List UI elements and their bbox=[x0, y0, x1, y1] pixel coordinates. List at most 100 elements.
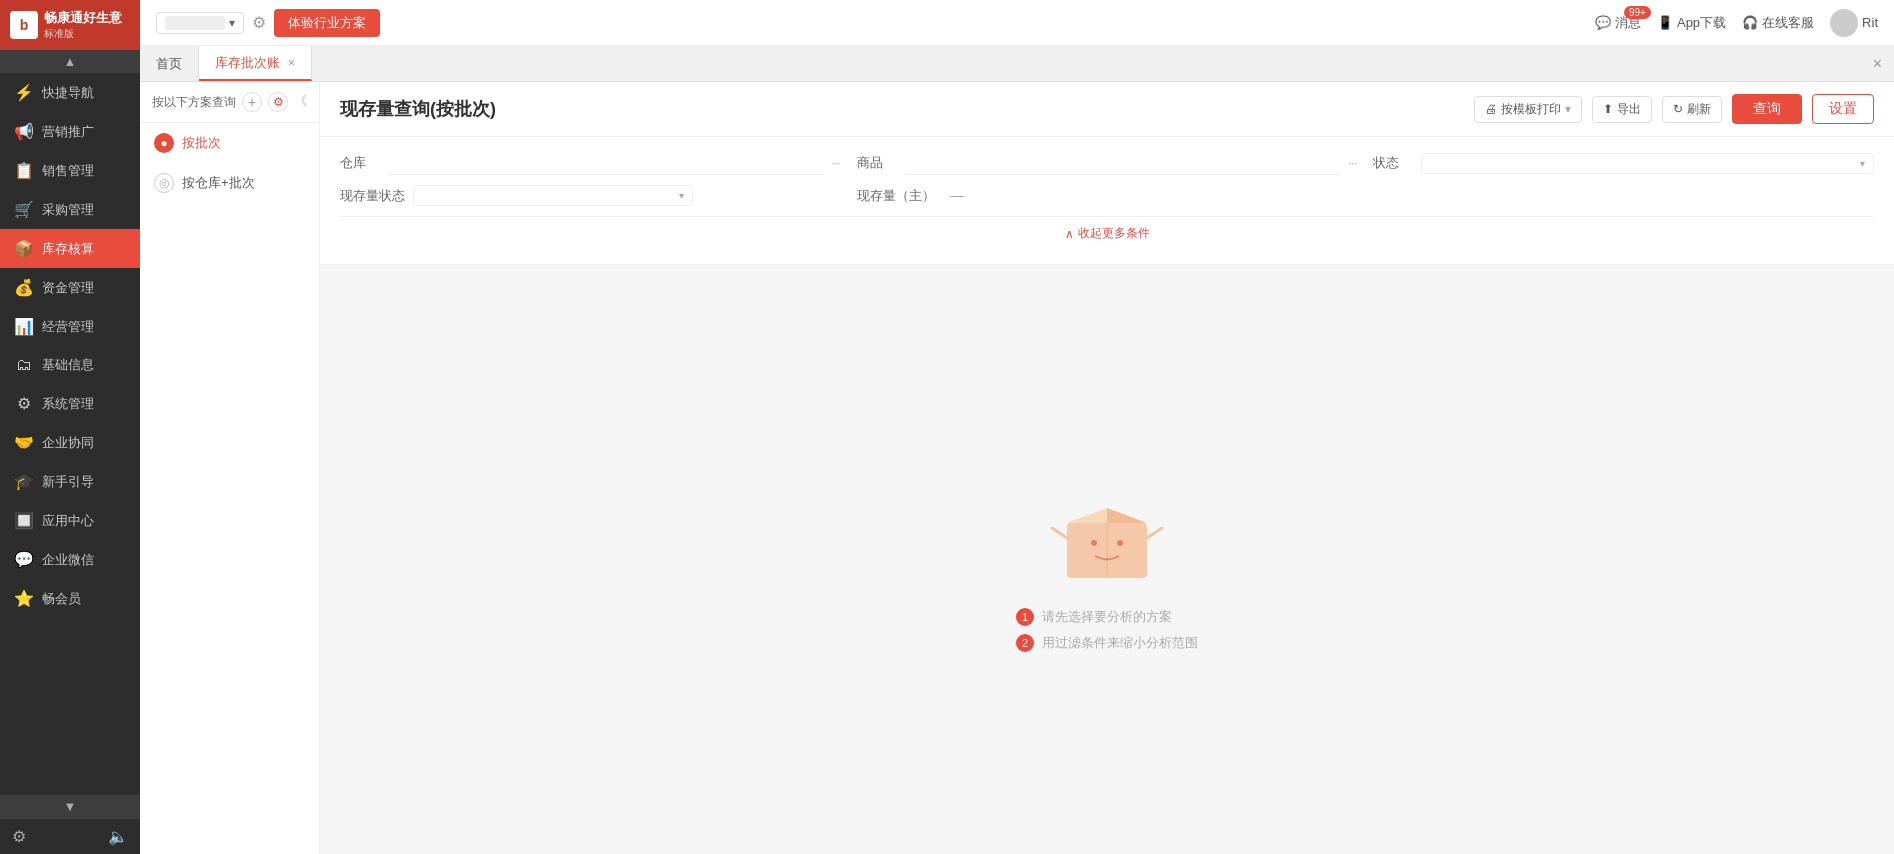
product-more-btn[interactable]: ··· bbox=[1348, 157, 1357, 169]
svg-line-6 bbox=[1052, 528, 1067, 538]
warehouse-label: 仓库 bbox=[340, 154, 380, 172]
online-service-item[interactable]: 🎧 在线客服 bbox=[1742, 14, 1814, 32]
nav-icon-4: 🛒 bbox=[14, 200, 34, 219]
add-filter-icon[interactable]: + bbox=[242, 92, 262, 112]
product-input[interactable] bbox=[905, 151, 1341, 175]
settings-icon[interactable]: ⚙ bbox=[12, 827, 26, 846]
tab-home-label: 首页 bbox=[156, 55, 182, 73]
product-field: 商品 ··· bbox=[857, 151, 1358, 175]
nav-icon-11: 🎓 bbox=[14, 472, 34, 491]
svg-marker-1 bbox=[1067, 508, 1107, 523]
topbar-right: 💬 消息 99+ 📱 App下载 🎧 在线客服 Rit bbox=[1595, 9, 1878, 37]
collapse-panel-icon[interactable]: 《 bbox=[294, 92, 307, 112]
tab-home[interactable]: 首页 bbox=[140, 46, 199, 81]
nav-icon-9: ⚙ bbox=[14, 394, 34, 413]
nav-label-1: 快捷导航 bbox=[42, 84, 94, 102]
filter-option-1[interactable]: ◎按仓库+批次 bbox=[140, 163, 319, 203]
app-download-item[interactable]: 📱 App下载 bbox=[1657, 14, 1726, 32]
product-label: 商品 bbox=[857, 154, 897, 172]
messages-item[interactable]: 💬 消息 99+ bbox=[1595, 14, 1641, 32]
empty-tip-1: 1 请先选择要分析的方案 bbox=[1016, 608, 1198, 626]
sidebar-item-企业微信[interactable]: 💬企业微信 bbox=[0, 540, 140, 579]
sound-icon[interactable]: 🔈 bbox=[108, 827, 128, 846]
messages-badge: 99+ bbox=[1624, 6, 1651, 19]
sidebar-item-新手引导[interactable]: 🎓 新手引导 bbox=[0, 462, 140, 501]
nav-icon-2: 📢 bbox=[14, 122, 34, 141]
filter-option-0[interactable]: ●按批次 bbox=[140, 123, 319, 163]
svg-point-5 bbox=[1117, 540, 1123, 546]
print-button[interactable]: 🖨 按模板打印 ▾ bbox=[1474, 96, 1582, 123]
warehouse-more-btn[interactable]: ··· bbox=[832, 157, 841, 169]
sidebar-item-企业协同[interactable]: 🤝 企业协同 bbox=[0, 423, 140, 462]
stock-status-caret-icon: ▾ bbox=[679, 190, 684, 201]
collapse-more-btn[interactable]: ∧ 收起更多条件 bbox=[340, 216, 1874, 250]
sidebar-item-资金管理[interactable]: 💰 资金管理 bbox=[0, 268, 140, 307]
sidebar-item-应用中心[interactable]: 🔲应用中心 bbox=[0, 501, 140, 540]
tab-close-icon[interactable]: × bbox=[288, 56, 295, 70]
topbar-breadcrumb-select[interactable]: ▾ bbox=[156, 12, 244, 34]
sidebar-item-畅会员[interactable]: ⭐畅会员 bbox=[0, 579, 140, 618]
tabs-close-button[interactable]: × bbox=[1861, 55, 1894, 73]
warehouse-input[interactable] bbox=[388, 151, 824, 175]
refresh-button[interactable]: ↻ 刷新 bbox=[1662, 96, 1722, 123]
nav-label-11: 新手引导 bbox=[42, 473, 94, 491]
filter-items: ●按批次◎按仓库+批次 bbox=[140, 123, 319, 203]
filter-panel-actions: + ⚙ 《 bbox=[242, 92, 307, 112]
stock-status-select[interactable]: ▾ bbox=[413, 185, 693, 206]
query-button[interactable]: 查询 bbox=[1732, 94, 1802, 124]
nav-icon-10: 🤝 bbox=[14, 433, 34, 452]
nav-label-10: 企业协同 bbox=[42, 434, 94, 452]
tabs-bar: 首页 库存批次账 × × bbox=[140, 46, 1894, 82]
sidebar-item-系统管理[interactable]: ⚙系统管理 bbox=[0, 384, 140, 423]
stock-qty-field: 现存量（主） — bbox=[857, 187, 1358, 205]
sidebar: b 畅康通好生意 标准版 ▲ ⚡快捷导航 📢 营销推广 📋销售管理🛒采购管理📦库存核算… bbox=[0, 0, 140, 854]
page-header: 现存量查询(按批次) 🖨 按模板打印 ▾ ⬆ 导出 ↻ 刷新 bbox=[320, 82, 1894, 137]
chevron-down-icon: ▾ bbox=[229, 16, 235, 30]
trial-button[interactable]: 体验行业方案 bbox=[274, 9, 380, 37]
tip-text-2: 用过滤条件来缩小分析范围 bbox=[1042, 634, 1198, 652]
nav-icon-13: 💬 bbox=[14, 550, 34, 569]
tip-text-1: 请先选择要分析的方案 bbox=[1042, 608, 1172, 626]
sidebar-item-营销推广[interactable]: 📢 营销推广 bbox=[0, 112, 140, 151]
sidebar-scroll-up[interactable]: ▲ bbox=[0, 50, 140, 73]
filter-settings-icon[interactable]: ⚙ bbox=[268, 92, 288, 112]
topbar-left: ▾ ⚙ 体验行业方案 bbox=[156, 9, 380, 37]
sidebar-item-库存核算[interactable]: 📦库存核算 bbox=[0, 229, 140, 268]
nav-icon-6: 💰 bbox=[14, 278, 34, 297]
edition-label: 标准版 bbox=[44, 27, 122, 41]
nav-label-8: 基础信息 bbox=[42, 356, 94, 374]
nav-label-6: 资金管理 bbox=[42, 279, 94, 297]
app-logo: b bbox=[10, 11, 38, 39]
sidebar-item-经营管理[interactable]: 📊经营管理 bbox=[0, 307, 140, 346]
print-icon: 🖨 bbox=[1485, 102, 1497, 116]
sidebar-item-销售管理[interactable]: 📋销售管理 bbox=[0, 151, 140, 190]
export-button[interactable]: ⬆ 导出 bbox=[1592, 96, 1652, 123]
headset-icon: 🎧 bbox=[1742, 15, 1758, 30]
refresh-label: 刷新 bbox=[1687, 101, 1711, 118]
svg-point-4 bbox=[1091, 540, 1097, 546]
sidebar-item-采购管理[interactable]: 🛒采购管理 bbox=[0, 190, 140, 229]
sidebar-item-基础信息[interactable]: 🗂基础信息 bbox=[0, 346, 140, 384]
svg-marker-2 bbox=[1107, 508, 1147, 523]
sidebar-scroll-down[interactable]: ▼ bbox=[0, 795, 140, 818]
tip-num-2: 2 bbox=[1016, 634, 1034, 652]
status-select[interactable]: ▾ bbox=[1421, 153, 1874, 174]
main-content: 现存量查询(按批次) 🖨 按模板打印 ▾ ⬆ 导出 ↻ 刷新 bbox=[320, 82, 1894, 854]
settings-button[interactable]: 设置 bbox=[1812, 94, 1874, 124]
content-area: 按以下方案查询 + ⚙ 《 ●按批次◎按仓库+批次 现存量查询(按批次) 🖨 按… bbox=[140, 82, 1894, 854]
company-name: 畅康通好生意 bbox=[44, 9, 122, 27]
user-avatar-item[interactable]: Rit bbox=[1830, 9, 1878, 37]
topbar-gear-icon[interactable]: ⚙ bbox=[252, 13, 266, 32]
sidebar-item-快捷导航[interactable]: ⚡快捷导航 bbox=[0, 73, 140, 112]
tab-inventory-batch[interactable]: 库存批次账 × bbox=[199, 46, 312, 81]
filter-row-2: 现存量状态 ▾ 现存量（主） — bbox=[340, 185, 1874, 206]
sidebar-header: b 畅康通好生意 标准版 bbox=[0, 0, 140, 50]
tab-inventory-batch-label: 库存批次账 bbox=[215, 54, 280, 72]
empty-state: 1 请先选择要分析的方案 2 用过滤条件来缩小分析范围 bbox=[320, 265, 1894, 854]
nav-label-7: 经营管理 bbox=[42, 318, 94, 336]
nav-label-2: 营销推广 bbox=[42, 123, 94, 141]
topbar: ▾ ⚙ 体验行业方案 💬 消息 99+ 📱 App下载 🎧 在线客服 Rit bbox=[140, 0, 1894, 46]
empty-svg bbox=[1047, 468, 1167, 588]
main-area: ▾ ⚙ 体验行业方案 💬 消息 99+ 📱 App下载 🎧 在线客服 Rit bbox=[140, 0, 1894, 854]
online-service-label: 在线客服 bbox=[1762, 14, 1814, 32]
